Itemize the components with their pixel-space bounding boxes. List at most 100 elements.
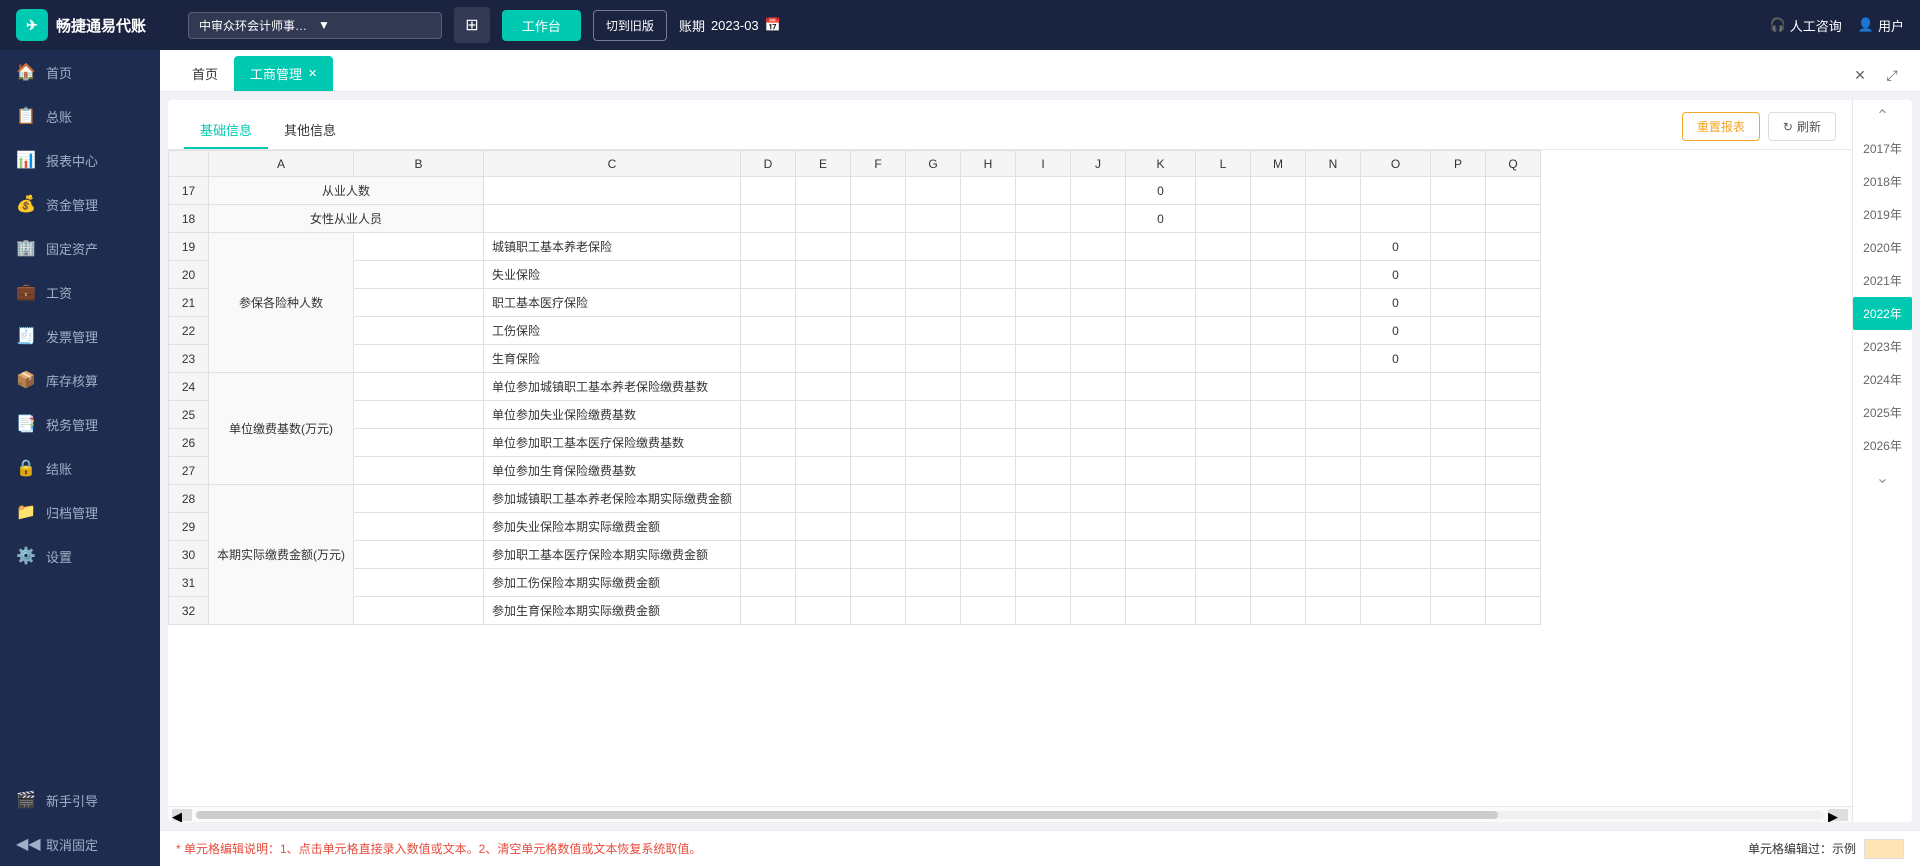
cell-21-i[interactable] (1016, 289, 1071, 317)
cell-21-h[interactable] (961, 289, 1016, 317)
cell-32-k[interactable] (1126, 597, 1196, 625)
cell-25-o[interactable] (1361, 401, 1431, 429)
cell-17-m[interactable] (1251, 177, 1306, 205)
cell-30-j[interactable] (1071, 541, 1126, 569)
cell-27-p[interactable] (1431, 457, 1486, 485)
cell-18-c[interactable] (484, 205, 741, 233)
spreadsheet-container[interactable]: A B C D E F G H I J K L (168, 150, 1852, 806)
cell-29-f[interactable] (851, 513, 906, 541)
cell-22-l[interactable] (1196, 317, 1251, 345)
cell-24-c[interactable]: 单位参加城镇职工基本养老保险缴费基数 (484, 373, 741, 401)
cell-32-f[interactable] (851, 597, 906, 625)
cell-29-e[interactable] (796, 513, 851, 541)
cell-29-i[interactable] (1016, 513, 1071, 541)
cell-22-i[interactable] (1016, 317, 1071, 345)
cell-24-k[interactable] (1126, 373, 1196, 401)
cell-32-l[interactable] (1196, 597, 1251, 625)
cell-28-h[interactable] (961, 485, 1016, 513)
window-maximize-icon[interactable]: ⤢ (1880, 63, 1904, 87)
cell-29-c[interactable]: 参加失业保险本期实际缴费金额 (484, 513, 741, 541)
cell-25-k[interactable] (1126, 401, 1196, 429)
cell-29-p[interactable] (1431, 513, 1486, 541)
cell-30-p[interactable] (1431, 541, 1486, 569)
cell-21-e[interactable] (796, 289, 851, 317)
cell-29-q[interactable] (1486, 513, 1541, 541)
cell-19-f[interactable] (851, 233, 906, 261)
cell-31-f[interactable] (851, 569, 906, 597)
cell-17-q[interactable] (1486, 177, 1541, 205)
cell-30-m[interactable] (1251, 541, 1306, 569)
cell-29-o[interactable] (1361, 513, 1431, 541)
cell-18-q[interactable] (1486, 205, 1541, 233)
cell-32-p[interactable] (1431, 597, 1486, 625)
cell-23-n[interactable] (1306, 345, 1361, 373)
cell-19-d[interactable] (741, 233, 796, 261)
cell-23-b[interactable] (354, 345, 484, 373)
year-item-2023[interactable]: 2023年 (1853, 330, 1912, 363)
cell-25-e[interactable] (796, 401, 851, 429)
cell-28-b[interactable] (354, 485, 484, 513)
cell-23-m[interactable] (1251, 345, 1306, 373)
cell-19-b[interactable] (354, 233, 484, 261)
cell-27-q[interactable] (1486, 457, 1541, 485)
cell-24-b[interactable] (354, 373, 484, 401)
cell-27-g[interactable] (906, 457, 961, 485)
cell-28-c[interactable]: 参加城镇职工基本养老保险本期实际缴费金额 (484, 485, 741, 513)
cell-31-b[interactable] (354, 569, 484, 597)
cell-30-n[interactable] (1306, 541, 1361, 569)
cell-28-p[interactable] (1431, 485, 1486, 513)
cell-28-q[interactable] (1486, 485, 1541, 513)
cell-18-e[interactable] (796, 205, 851, 233)
year-item-2018[interactable]: 2018年 (1853, 165, 1912, 198)
sidebar-item-tax[interactable]: 📑 税务管理 (0, 402, 160, 446)
cell-28-j[interactable] (1071, 485, 1126, 513)
cell-19-m[interactable] (1251, 233, 1306, 261)
cell-27-f[interactable] (851, 457, 906, 485)
tab-home[interactable]: 首页 (176, 56, 234, 91)
cell-30-f[interactable] (851, 541, 906, 569)
cell-26-i[interactable] (1016, 429, 1071, 457)
cell-30-q[interactable] (1486, 541, 1541, 569)
cell-17-f[interactable] (851, 177, 906, 205)
cell-17-n[interactable] (1306, 177, 1361, 205)
cell-29-k[interactable] (1126, 513, 1196, 541)
cell-18-k[interactable]: 0 (1126, 205, 1196, 233)
cell-28-l[interactable] (1196, 485, 1251, 513)
cell-20-p[interactable] (1431, 261, 1486, 289)
cell-23-e[interactable] (796, 345, 851, 373)
window-close-icon[interactable]: ✕ (1848, 63, 1872, 87)
cell-18-l[interactable] (1196, 205, 1251, 233)
cell-27-k[interactable] (1126, 457, 1196, 485)
cell-31-k[interactable] (1126, 569, 1196, 597)
cell-20-d[interactable] (741, 261, 796, 289)
cell-24-h[interactable] (961, 373, 1016, 401)
cell-18-j[interactable] (1071, 205, 1126, 233)
cell-25-d[interactable] (741, 401, 796, 429)
calendar-icon[interactable]: 📅 (765, 17, 781, 33)
cell-21-o[interactable]: 0 (1361, 289, 1431, 317)
year-item-2017[interactable]: 2017年 (1853, 132, 1912, 165)
user-avatar[interactable]: 👤 用户 (1858, 16, 1904, 35)
cell-25-j[interactable] (1071, 401, 1126, 429)
company-selector[interactable]: 中审众环会计师事务所（特殊普通合伙... ▼ (188, 12, 442, 39)
cell-26-f[interactable] (851, 429, 906, 457)
cell-28-o[interactable] (1361, 485, 1431, 513)
cell-18-a[interactable]: 女性从业人员 (209, 205, 484, 233)
year-item-2019[interactable]: 2019年 (1853, 198, 1912, 231)
cell-24-o[interactable] (1361, 373, 1431, 401)
cell-22-c[interactable]: 工伤保险 (484, 317, 741, 345)
cell-27-i[interactable] (1016, 457, 1071, 485)
cell-19-l[interactable] (1196, 233, 1251, 261)
cell-22-b[interactable] (354, 317, 484, 345)
cell-31-i[interactable] (1016, 569, 1071, 597)
cell-32-o[interactable] (1361, 597, 1431, 625)
cell-19-c[interactable]: 城镇职工基本养老保险 (484, 233, 741, 261)
cell-20-g[interactable] (906, 261, 961, 289)
cell-30-l[interactable] (1196, 541, 1251, 569)
cell-26-l[interactable] (1196, 429, 1251, 457)
cell-24-e[interactable] (796, 373, 851, 401)
cell-27-o[interactable] (1361, 457, 1431, 485)
year-up-nav[interactable]: ⌃ (1853, 100, 1912, 132)
cell-17-l[interactable] (1196, 177, 1251, 205)
cell-28-i[interactable] (1016, 485, 1071, 513)
